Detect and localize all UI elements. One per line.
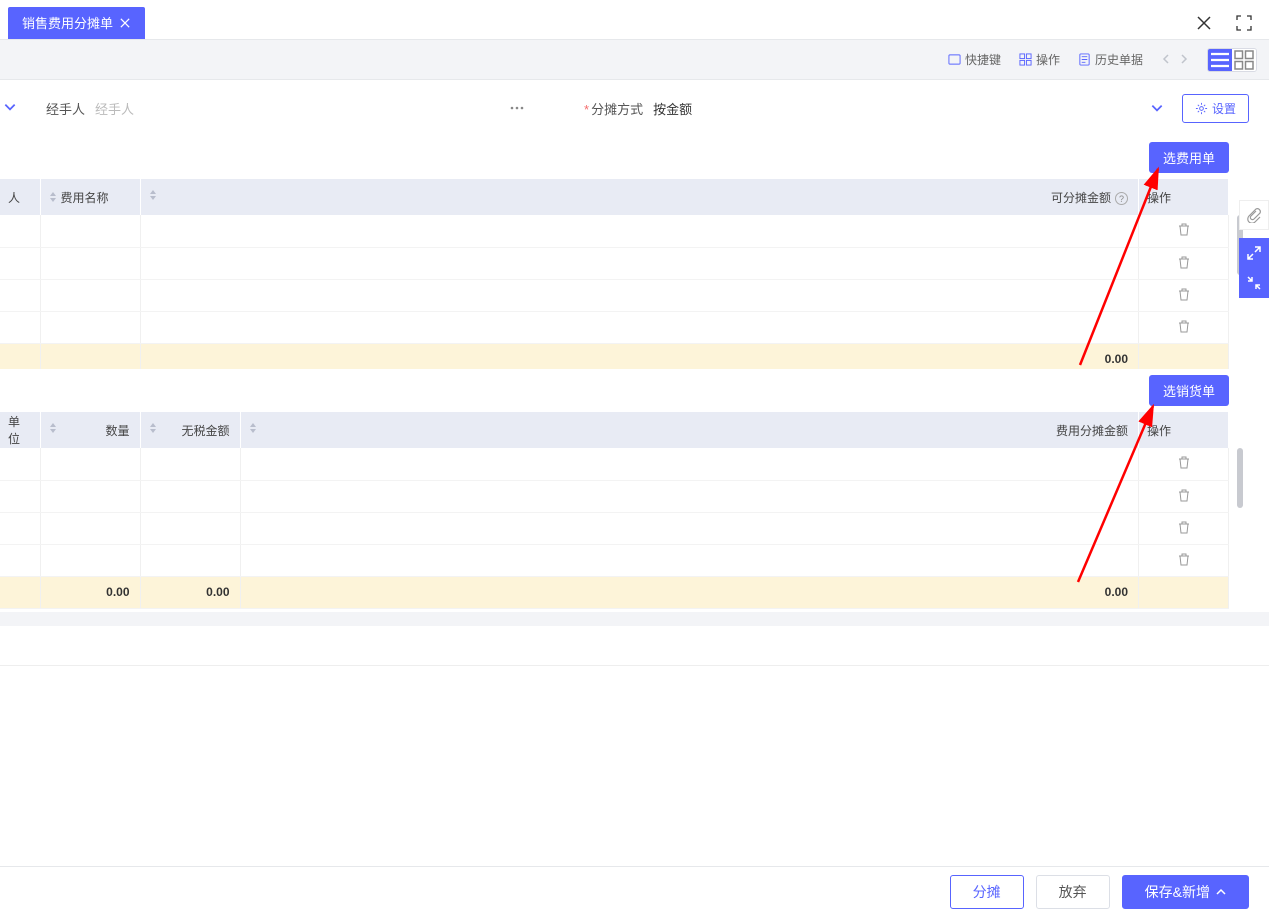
select-expense-button[interactable]: 选费用单: [1149, 142, 1229, 173]
col-allocatable[interactable]: 可分摊金额?: [140, 179, 1139, 215]
select-sales-button[interactable]: 选销货单: [1149, 375, 1229, 406]
prev-record-icon[interactable]: [1161, 52, 1171, 67]
col-qty[interactable]: 数量: [40, 412, 140, 448]
save-new-button[interactable]: 保存&新增: [1122, 875, 1249, 909]
method-label: *分摊方式: [584, 99, 643, 118]
history-link[interactable]: 历史单据: [1078, 51, 1143, 68]
close-icon[interactable]: [1193, 12, 1215, 34]
sort-icon: [149, 189, 157, 203]
col-unknown[interactable]: 人: [0, 179, 40, 215]
history-label: 历史单据: [1095, 51, 1143, 68]
tab-close-icon[interactable]: [119, 17, 131, 29]
tab-active[interactable]: 销售费用分摊单: [8, 7, 145, 39]
tab-bar: 销售费用分摊单: [0, 0, 1269, 40]
side-ribbon: [1239, 200, 1269, 298]
trash-icon[interactable]: [1177, 225, 1191, 239]
handler-field-group: 经手人 经手人: [46, 99, 526, 118]
method-select[interactable]: 按金额: [653, 99, 1164, 118]
table-row[interactable]: [0, 480, 1229, 512]
trash-icon[interactable]: [1177, 491, 1191, 505]
settings-label: 设置: [1212, 100, 1236, 117]
form-row: 经手人 经手人 *分摊方式 按金额 设置: [0, 80, 1269, 136]
total-qty: 0.00: [40, 576, 140, 608]
col-alloc-amount[interactable]: 费用分摊金额: [240, 412, 1139, 448]
col-action: 操作: [1139, 179, 1229, 215]
expense-table: 人 费用名称 可分摊金额? 操作 0.00: [0, 179, 1229, 369]
settings-button[interactable]: 设置: [1182, 94, 1249, 123]
blank-area: [0, 626, 1269, 666]
expand-out-icon[interactable]: [1239, 238, 1269, 268]
allocate-button[interactable]: 分摊: [950, 875, 1024, 909]
col-action: 操作: [1139, 412, 1229, 448]
total-alloc: 0.00: [240, 576, 1139, 608]
table-row[interactable]: [0, 311, 1229, 343]
sales-table: 单位 数量 无税金额 费用分摊金额 操作 0.00 0.00 0.00: [0, 412, 1229, 609]
sales-section: 选销货单 单位 数量 无税金额 费用分摊金额 操作 0: [0, 369, 1269, 612]
view-grid-icon[interactable]: [1232, 49, 1256, 71]
expense-section: 选费用单 人 费用名称 可分摊金额? 操作 0.00: [0, 136, 1269, 369]
divider-strip: [0, 612, 1269, 626]
trash-icon[interactable]: [1177, 258, 1191, 272]
left-collapse[interactable]: [0, 100, 28, 117]
sort-icon: [149, 422, 157, 436]
total-row: 0.00: [0, 343, 1229, 369]
operate-label: 操作: [1036, 51, 1060, 68]
total-allocatable: 0.00: [140, 343, 1139, 369]
sort-icon: [249, 422, 257, 436]
shortcut-link[interactable]: 快捷键: [948, 51, 1001, 68]
toolbar: 快捷键 操作 历史单据: [0, 40, 1269, 80]
next-record-icon[interactable]: [1179, 52, 1189, 67]
trash-icon[interactable]: [1177, 458, 1191, 472]
info-icon[interactable]: ?: [1115, 192, 1128, 205]
footer: 分摊 放弃 保存&新增: [0, 866, 1269, 916]
trash-icon[interactable]: [1177, 523, 1191, 537]
attachment-icon[interactable]: [1239, 200, 1269, 230]
col-unit[interactable]: 单位: [0, 412, 40, 448]
method-value: 按金额: [653, 99, 692, 118]
save-new-label: 保存&新增: [1145, 882, 1210, 902]
table-row[interactable]: [0, 279, 1229, 311]
handler-label: 经手人: [46, 99, 85, 118]
expand-in-icon[interactable]: [1239, 268, 1269, 298]
sort-icon: [49, 191, 57, 205]
table-row[interactable]: [0, 215, 1229, 247]
shortcut-label: 快捷键: [965, 51, 1001, 68]
method-field-group: *分摊方式 按金额: [584, 99, 1164, 118]
tab-title: 销售费用分摊单: [22, 13, 113, 32]
total-notax: 0.00: [140, 576, 240, 608]
total-row: 0.00 0.00 0.00: [0, 576, 1229, 608]
nav-arrows: [1161, 52, 1189, 67]
view-toggle: [1207, 48, 1257, 72]
trash-icon[interactable]: [1177, 290, 1191, 304]
sort-icon: [49, 422, 57, 436]
view-list-icon[interactable]: [1208, 49, 1232, 71]
col-expense-name[interactable]: 费用名称: [40, 179, 140, 215]
operate-link[interactable]: 操作: [1019, 51, 1060, 68]
col-amount-notax[interactable]: 无税金额: [140, 412, 240, 448]
scrollbar[interactable]: [1237, 448, 1243, 508]
fullscreen-icon[interactable]: [1233, 12, 1255, 34]
handler-input[interactable]: 经手人: [95, 99, 498, 118]
table-row[interactable]: [0, 448, 1229, 480]
table-row[interactable]: [0, 544, 1229, 576]
trash-icon[interactable]: [1177, 555, 1191, 569]
discard-button[interactable]: 放弃: [1036, 875, 1110, 909]
trash-icon[interactable]: [1177, 322, 1191, 336]
ellipsis-icon[interactable]: [508, 106, 526, 110]
table-row[interactable]: [0, 247, 1229, 279]
table-row[interactable]: [0, 512, 1229, 544]
gear-icon: [1195, 102, 1208, 115]
chevron-up-icon: [1216, 887, 1226, 897]
